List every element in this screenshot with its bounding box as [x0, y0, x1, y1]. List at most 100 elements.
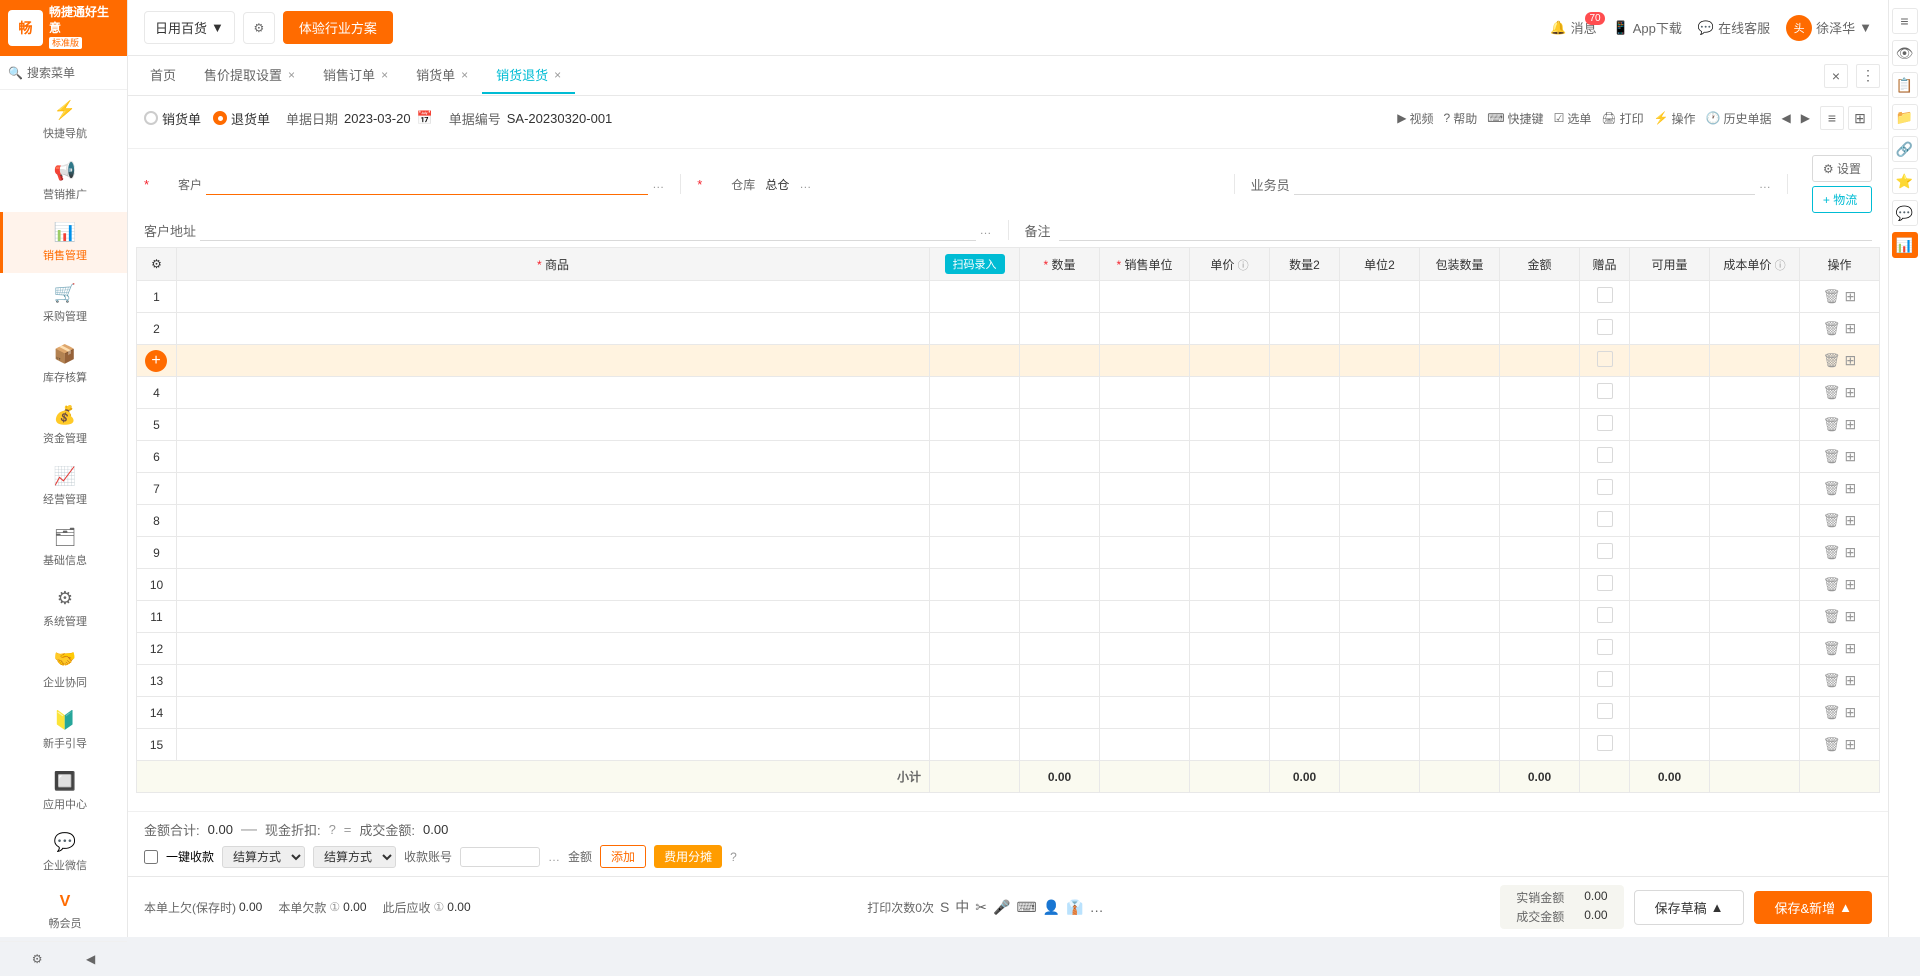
address-input[interactable]	[200, 219, 975, 241]
online-service-btn[interactable]: 💬 在线客服	[1698, 18, 1770, 37]
radio-return[interactable]: 退货单	[213, 109, 270, 128]
collapse-icon[interactable]: ◀	[86, 952, 95, 966]
row-product-2[interactable]	[177, 313, 930, 345]
row-qty-14[interactable]	[1020, 697, 1100, 729]
calc-method-select[interactable]: 结算方式	[313, 846, 396, 868]
row-qty-9[interactable]	[1020, 537, 1100, 569]
row-unit-3[interactable]	[1100, 345, 1190, 377]
row-qty-2[interactable]	[1020, 313, 1100, 345]
row-delete-5[interactable]: 🗑	[1823, 416, 1841, 433]
app-download-btn[interactable]: 📱 App下载	[1613, 18, 1682, 37]
gift-checkbox-7[interactable]	[1597, 479, 1613, 495]
row-copy-12[interactable]: ⊞	[1845, 640, 1857, 657]
action-prev[interactable]: ◀	[1782, 111, 1791, 125]
row-qty2-2[interactable]	[1270, 313, 1340, 345]
row-amount-8[interactable]	[1500, 505, 1580, 537]
row-copy-6[interactable]: ⊞	[1845, 448, 1857, 465]
add-btn[interactable]: 添加	[600, 845, 646, 868]
row-unit2-13[interactable]	[1340, 665, 1420, 697]
row-copy-13[interactable]: ⊞	[1845, 672, 1857, 689]
action-operate[interactable]: ⚡ 操作	[1654, 110, 1696, 127]
row-unit2-2[interactable]	[1340, 313, 1420, 345]
row-unit2-12[interactable]	[1340, 633, 1420, 665]
row-gift-15[interactable]	[1580, 729, 1630, 761]
row-copy-15[interactable]: ⊞	[1845, 736, 1857, 753]
row-delete-6[interactable]: 🗑	[1823, 448, 1841, 465]
row-qty2-3[interactable]	[1270, 345, 1340, 377]
gift-checkbox-2[interactable]	[1597, 319, 1613, 335]
settings-btn[interactable]: ⚙ 设置	[1812, 155, 1872, 182]
row-product-12[interactable]	[177, 633, 930, 665]
row-qty2-9[interactable]	[1270, 537, 1340, 569]
row-product-5[interactable]	[177, 409, 930, 441]
row-copy-8[interactable]: ⊞	[1845, 512, 1857, 529]
row-pack-8[interactable]	[1420, 505, 1500, 537]
action-print[interactable]: 🖨 打印	[1601, 110, 1643, 127]
row-pack-5[interactable]	[1420, 409, 1500, 441]
gift-checkbox-6[interactable]	[1597, 447, 1613, 463]
row-amount-4[interactable]	[1500, 377, 1580, 409]
gift-checkbox-8[interactable]	[1597, 511, 1613, 527]
row-product-14[interactable]	[177, 697, 930, 729]
right-panel-btn8[interactable]: 📊	[1892, 232, 1918, 258]
notification-btn[interactable]: 🔔 70 消息	[1550, 18, 1596, 37]
row-copy-1[interactable]: ⊞	[1845, 288, 1857, 305]
row-qty-6[interactable]	[1020, 441, 1100, 473]
row-gift-13[interactable]	[1580, 665, 1630, 697]
row-qty2-4[interactable]	[1270, 377, 1340, 409]
right-panel-btn2[interactable]: 👁	[1892, 40, 1918, 66]
row-pack-7[interactable]	[1420, 473, 1500, 505]
row-delete-9[interactable]: 🗑	[1823, 544, 1841, 561]
save-draft-btn[interactable]: 保存草稿 ▲	[1634, 890, 1745, 925]
row-unit-1[interactable]	[1100, 281, 1190, 313]
row-delete-12[interactable]: 🗑	[1823, 640, 1841, 657]
row-qty-1[interactable]	[1020, 281, 1100, 313]
row-gift-5[interactable]	[1580, 409, 1630, 441]
row-amount-9[interactable]	[1500, 537, 1580, 569]
row-copy-9[interactable]: ⊞	[1845, 544, 1857, 561]
row-pack-11[interactable]	[1420, 601, 1500, 633]
view-list-btn[interactable]: ≡	[1820, 106, 1844, 130]
row-unit2-3[interactable]	[1340, 345, 1420, 377]
row-copy-14[interactable]: ⊞	[1845, 704, 1857, 721]
row-qty2-14[interactable]	[1270, 697, 1340, 729]
row-unit-4[interactable]	[1100, 377, 1190, 409]
row-qty-7[interactable]	[1020, 473, 1100, 505]
right-panel-btn5[interactable]: 🔗	[1892, 136, 1918, 162]
gift-checkbox-5[interactable]	[1597, 415, 1613, 431]
settings-icon[interactable]: ⚙	[32, 952, 43, 966]
save-new-btn[interactable]: 保存&新增 ▲	[1754, 891, 1872, 924]
row-pack-3[interactable]	[1420, 345, 1500, 377]
row-delete-13[interactable]: 🗑	[1823, 672, 1841, 689]
gift-checkbox-11[interactable]	[1597, 607, 1613, 623]
row-amount-2[interactable]	[1500, 313, 1580, 345]
row-copy-11[interactable]: ⊞	[1845, 608, 1857, 625]
customer-input[interactable]	[206, 173, 648, 195]
sidebar-item-enterprise[interactable]: 🤝 企业协同	[0, 639, 127, 700]
row-unit-9[interactable]	[1100, 537, 1190, 569]
radio-sales[interactable]: 销货单	[144, 109, 201, 128]
row-price-12[interactable]	[1190, 633, 1270, 665]
row-pack-2[interactable]	[1420, 313, 1500, 345]
row-pack-13[interactable]	[1420, 665, 1500, 697]
row-qty2-12[interactable]	[1270, 633, 1340, 665]
sidebar-item-operation[interactable]: 📈 经营管理	[0, 456, 127, 517]
row-unit2-1[interactable]	[1340, 281, 1420, 313]
action-shortcut[interactable]: ⌨ 快捷键	[1487, 110, 1543, 127]
row-unit2-8[interactable]	[1340, 505, 1420, 537]
sidebar-item-inventory[interactable]: 📦 库存核算	[0, 334, 127, 395]
row-product-1[interactable]	[177, 281, 930, 313]
sidebar-item-guide[interactable]: 🔰 新手引导	[0, 700, 127, 761]
row-delete-7[interactable]: 🗑	[1823, 480, 1841, 497]
row-qty-13[interactable]	[1020, 665, 1100, 697]
right-panel-btn6[interactable]: ⭐	[1892, 168, 1918, 194]
row-price-6[interactable]	[1190, 441, 1270, 473]
row-price-2[interactable]	[1190, 313, 1270, 345]
row-unit-14[interactable]	[1100, 697, 1190, 729]
row-delete-4[interactable]: 🗑	[1823, 384, 1841, 401]
tab-close-price-setting[interactable]: ×	[288, 69, 295, 81]
tab-sales-return[interactable]: 销货退货 ×	[482, 57, 575, 94]
row-price-14[interactable]	[1190, 697, 1270, 729]
right-panel-btn1[interactable]: ≡	[1892, 8, 1918, 34]
gift-checkbox-3[interactable]	[1597, 351, 1613, 367]
